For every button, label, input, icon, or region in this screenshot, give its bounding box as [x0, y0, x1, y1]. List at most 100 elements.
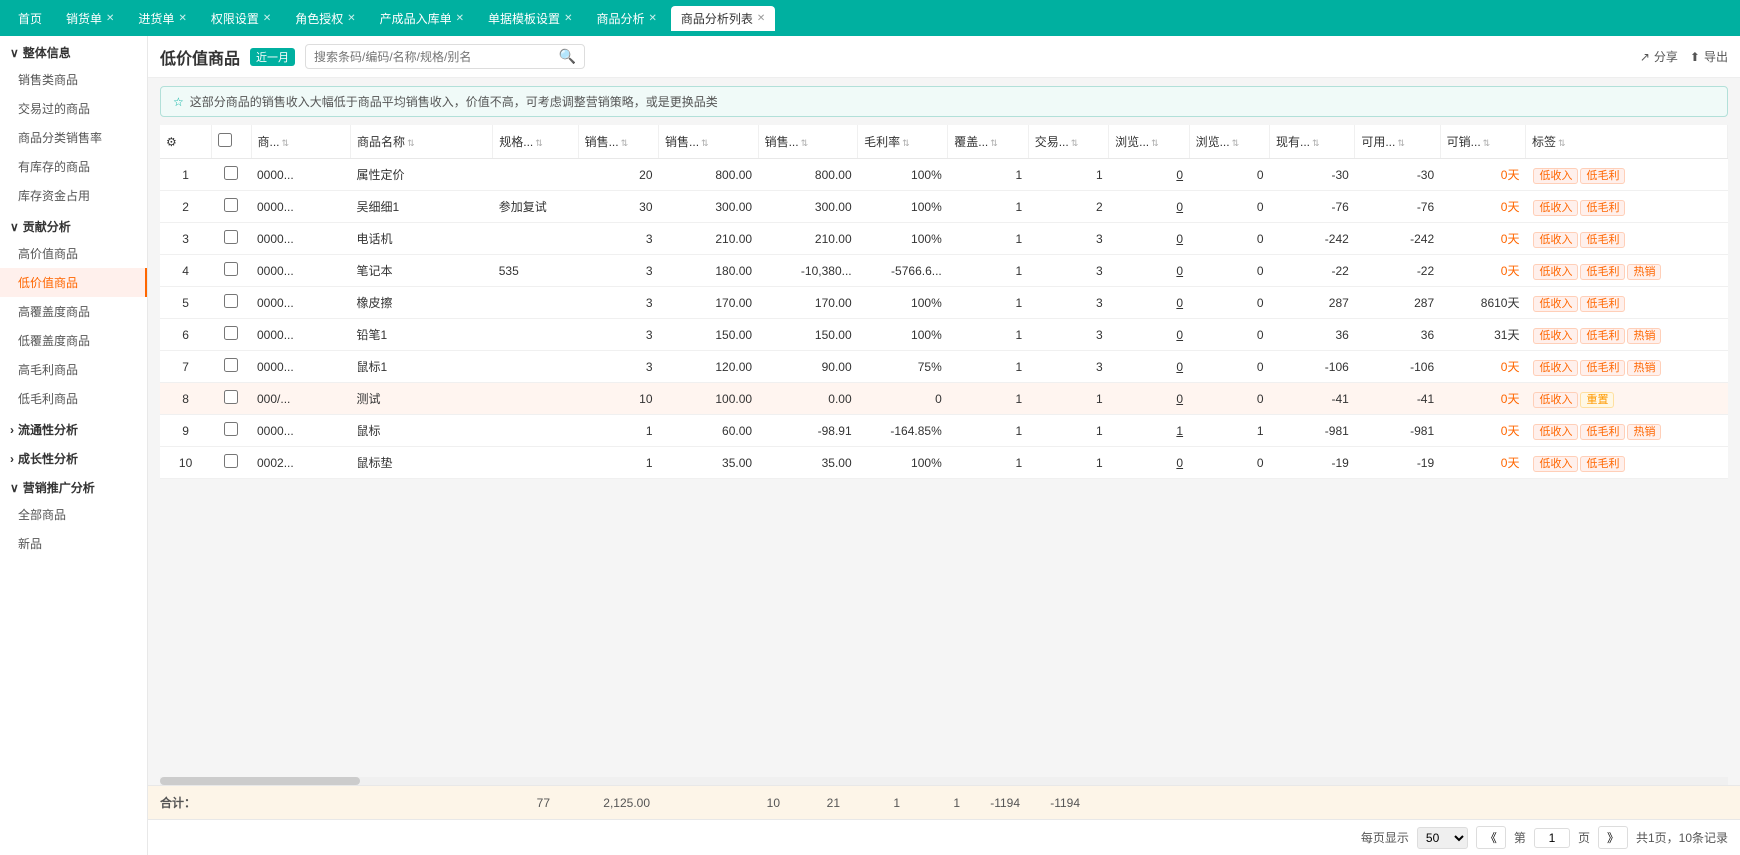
sidebar-item-all-products[interactable]: 全部商品	[0, 500, 147, 529]
row-checkbox[interactable]	[224, 262, 238, 276]
nav-product-entry[interactable]: 产成品入库单 ✕	[370, 6, 474, 31]
row-code: 0000...	[251, 191, 351, 223]
row-sellable: 0天	[1440, 383, 1525, 415]
col-header-sellable[interactable]: 可销...⇅	[1440, 125, 1525, 159]
col-header-sale-qty[interactable]: 销售...⇅	[578, 125, 658, 159]
col-header-pv1[interactable]: 浏览...⇅	[1109, 125, 1189, 159]
sidebar-group-circulation[interactable]: › 流通性分析	[0, 413, 147, 442]
nav-purchase-order[interactable]: 进货单 ✕	[128, 6, 196, 31]
nav-close-purchase-order[interactable]: ✕	[178, 13, 186, 24]
sort-icon-tags: ⇅	[1558, 138, 1566, 148]
filter-tag[interactable]: 近一月	[250, 48, 295, 66]
first-page-button[interactable]: 《	[1476, 826, 1506, 849]
row-check[interactable]	[211, 223, 251, 255]
row-checkbox[interactable]	[224, 422, 238, 436]
nav-close-role-auth[interactable]: ✕	[347, 13, 355, 24]
row-check[interactable]	[211, 351, 251, 383]
row-check[interactable]	[211, 447, 251, 479]
nav-permissions[interactable]: 权限设置 ✕	[201, 6, 281, 31]
sidebar-item-low-value[interactable]: 低价值商品	[0, 268, 147, 297]
sidebar-item-high-profit[interactable]: 高毛利商品	[0, 355, 147, 384]
row-sellable: 0天	[1440, 447, 1525, 479]
select-all-checkbox[interactable]	[218, 133, 232, 147]
nav-product-analysis[interactable]: 商品分析 ✕	[586, 6, 666, 31]
per-page-label: 每页显示	[1361, 829, 1409, 846]
nav-sales-order[interactable]: 销货单 ✕	[56, 6, 124, 31]
nav-product-analysis-list[interactable]: 商品分析列表 ✕	[671, 6, 775, 31]
nav-close-template-settings[interactable]: ✕	[564, 13, 572, 24]
sidebar-item-new-products[interactable]: 新品	[0, 529, 147, 558]
row-checkbox[interactable]	[224, 294, 238, 308]
search-icon[interactable]: 🔍	[559, 48, 576, 65]
col-header-code[interactable]: 商...⇅	[251, 125, 351, 159]
row-check[interactable]	[211, 255, 251, 287]
horizontal-scrollbar[interactable]	[160, 777, 1728, 785]
row-check[interactable]	[211, 415, 251, 447]
row-avail: 36	[1355, 319, 1440, 351]
col-header-name[interactable]: 商品名称⇅	[351, 125, 493, 159]
row-tags: 低收入低毛利热销	[1525, 351, 1727, 383]
last-page-button[interactable]: 》	[1598, 826, 1628, 849]
sidebar-item-high-value[interactable]: 高价值商品	[0, 239, 147, 268]
sidebar-item-stocked-products[interactable]: 有库存的商品	[0, 152, 147, 181]
sidebar-group-contribution[interactable]: ∨ 贡献分析	[0, 210, 147, 239]
nav-close-sales-order[interactable]: ✕	[106, 13, 114, 24]
settings-icon[interactable]: ⚙	[166, 135, 177, 149]
col-header-stock[interactable]: 现有...⇅	[1270, 125, 1355, 159]
search-box[interactable]: 🔍	[305, 44, 585, 69]
data-table: ⚙ 商...⇅ 商品名称⇅ 规格...⇅	[160, 125, 1728, 479]
export-button[interactable]: ⬆ 导出	[1690, 48, 1728, 65]
col-header-sale-amt[interactable]: 销售...⇅	[659, 125, 759, 159]
col-header-pv2[interactable]: 浏览...⇅	[1189, 125, 1269, 159]
sidebar-item-low-profit[interactable]: 低毛利商品	[0, 384, 147, 413]
sidebar-group-overview[interactable]: ∨ 整体信息	[0, 36, 147, 65]
row-coverage: 1	[948, 351, 1028, 383]
row-checkbox[interactable]	[224, 390, 238, 404]
sidebar-group-marketing[interactable]: ∨ 营销推广分析	[0, 471, 147, 500]
nav-close-product-entry[interactable]: ✕	[456, 13, 464, 24]
row-spec	[493, 383, 578, 415]
sidebar-item-category-sales-rate[interactable]: 商品分类销售率	[0, 123, 147, 152]
row-checkbox[interactable]	[224, 230, 238, 244]
row-check[interactable]	[211, 319, 251, 351]
row-check[interactable]	[211, 287, 251, 319]
row-sellable: 0天	[1440, 255, 1525, 287]
sidebar-item-stock-capital[interactable]: 库存资金占用	[0, 181, 147, 210]
col-header-gross[interactable]: 毛利率⇅	[858, 125, 948, 159]
col-header-check[interactable]	[211, 125, 251, 159]
sidebar-item-high-coverage[interactable]: 高覆盖度商品	[0, 297, 147, 326]
col-header-spec[interactable]: 规格...⇅	[493, 125, 578, 159]
nav-close-permissions[interactable]: ✕	[263, 13, 271, 24]
sidebar-item-sales-products[interactable]: 销售类商品	[0, 65, 147, 94]
row-pv1: 0	[1109, 383, 1189, 415]
col-header-coverage[interactable]: 覆盖...⇅	[948, 125, 1028, 159]
nav-home[interactable]: 首页	[8, 6, 52, 31]
nav-close-product-analysis-list[interactable]: ✕	[757, 13, 765, 24]
col-header-sale-avg[interactable]: 销售...⇅	[758, 125, 858, 159]
nav-close-product-analysis[interactable]: ✕	[648, 13, 656, 24]
sidebar-item-traded-products[interactable]: 交易过的商品	[0, 94, 147, 123]
page-number-input[interactable]	[1534, 828, 1570, 848]
sidebar-item-low-coverage[interactable]: 低覆盖度商品	[0, 326, 147, 355]
row-checkbox[interactable]	[224, 166, 238, 180]
row-check[interactable]	[211, 383, 251, 415]
row-gross-rate: -164.85%	[858, 415, 948, 447]
row-checkbox[interactable]	[224, 198, 238, 212]
row-checkbox[interactable]	[224, 454, 238, 468]
row-check[interactable]	[211, 159, 251, 191]
per-page-select[interactable]: 50 100 200	[1417, 827, 1468, 849]
scrollbar-thumb[interactable]	[160, 777, 360, 785]
search-input[interactable]	[314, 50, 553, 64]
nav-template-settings[interactable]: 单据模板设置 ✕	[478, 6, 582, 31]
share-button[interactable]: ↗ 分享	[1640, 48, 1678, 65]
row-check[interactable]	[211, 191, 251, 223]
nav-role-auth[interactable]: 角色授权 ✕	[285, 6, 365, 31]
col-header-num[interactable]: ⚙	[160, 125, 211, 159]
col-header-tags[interactable]: 标签⇅	[1525, 125, 1727, 159]
row-checkbox[interactable]	[224, 326, 238, 340]
col-header-trade[interactable]: 交易...⇅	[1028, 125, 1108, 159]
sidebar-group-growth[interactable]: › 成长性分析	[0, 442, 147, 471]
row-checkbox[interactable]	[224, 358, 238, 372]
row-avail: -242	[1355, 223, 1440, 255]
col-header-avail[interactable]: 可用...⇅	[1355, 125, 1440, 159]
